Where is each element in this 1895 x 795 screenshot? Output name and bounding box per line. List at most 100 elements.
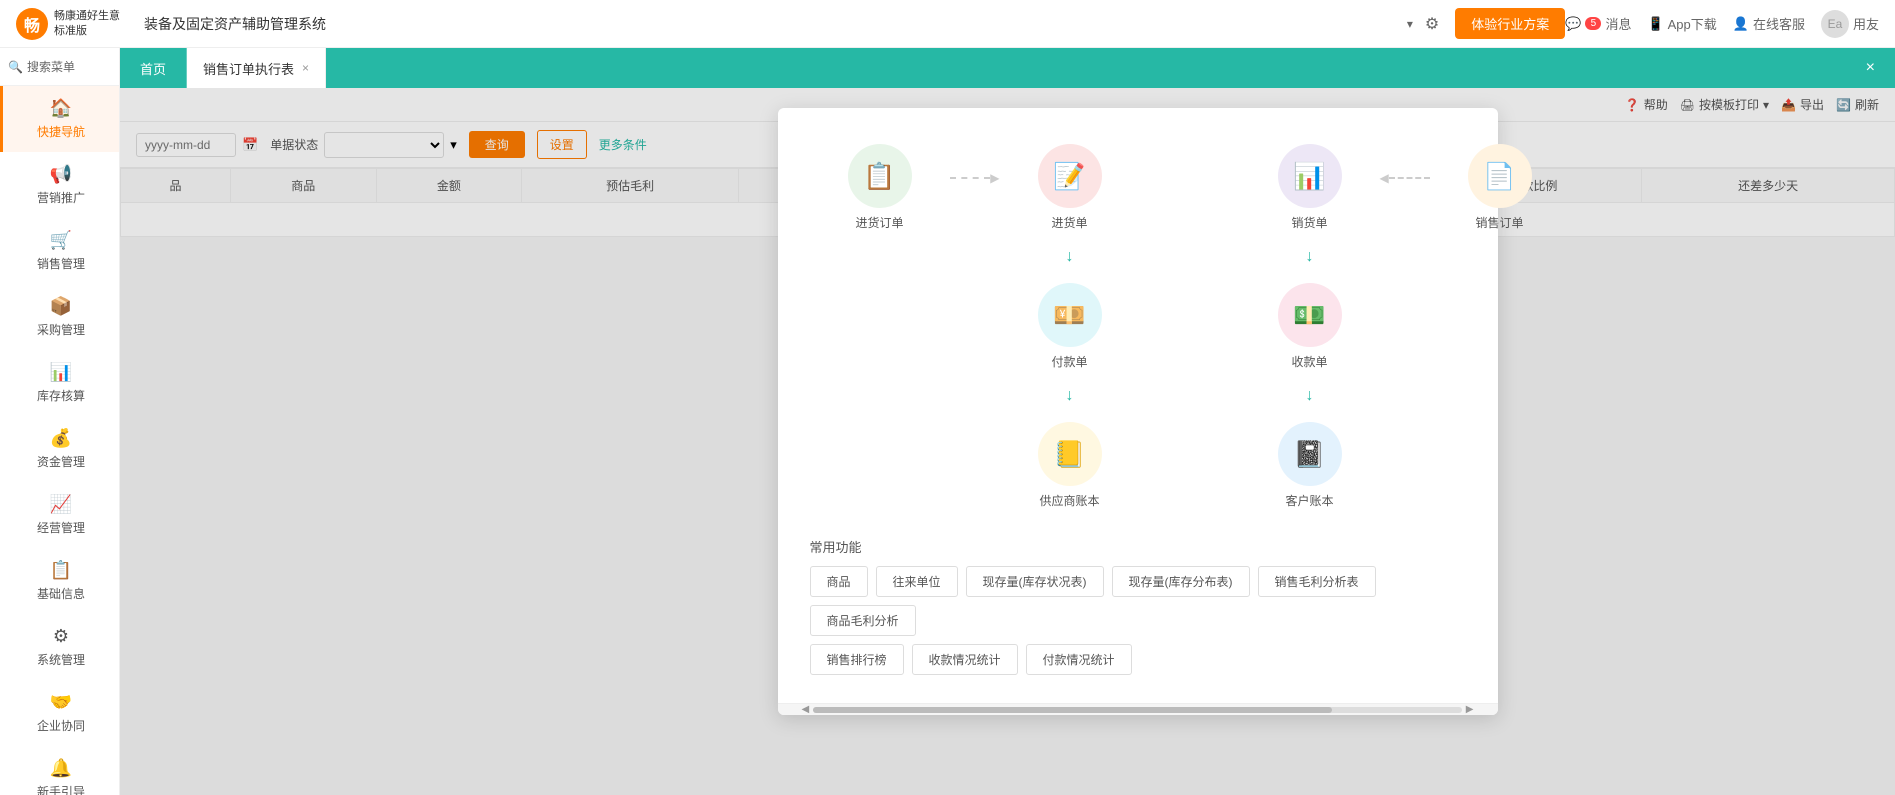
func-btn-payment-stats[interactable]: 付款情况统计	[1026, 644, 1132, 675]
func-btn-receipt-stats[interactable]: 收款情况统计	[912, 644, 1018, 675]
func-btn-sales-rank[interactable]: 销售排行榜	[810, 644, 904, 675]
func-btn-product-profit[interactable]: 商品毛利分析	[810, 605, 916, 636]
scrollbar-thumb	[813, 707, 1332, 713]
tab-home[interactable]: 首页	[120, 48, 187, 88]
settings-icon[interactable]: ⚙	[1425, 14, 1439, 34]
message-label: 消息	[1605, 14, 1631, 33]
payment-label: 付款单	[1051, 353, 1087, 370]
dropdown-icon[interactable]: ▾	[1407, 17, 1413, 31]
func-btn-product[interactable]: 商品	[810, 566, 868, 597]
sales-order-circle: 📄	[1468, 144, 1532, 208]
modal-scrollbar: ◀ ▶	[778, 703, 1498, 715]
flow-node-purchase-order[interactable]: 📋 进货订单	[840, 132, 920, 243]
purchase-icon: 📦	[50, 296, 72, 317]
sidebar: 🔍 搜索菜单 🏠 快捷导航 📢 营销推广 🛒 销售管理 📦 采购管理 📊 库存核…	[0, 48, 120, 795]
app-download-label: App下载	[1668, 14, 1717, 33]
app-download-button[interactable]: 📱 App下载	[1647, 14, 1716, 33]
flow-node-receipt[interactable]: 💵 收款单	[1270, 271, 1350, 382]
sidebar-item-label: 资金管理	[37, 453, 85, 470]
message-icon: 💬	[1565, 16, 1581, 32]
sidebar-item-system[interactable]: ⚙ 系统管理	[0, 614, 119, 680]
system-icon: ⚙	[53, 626, 69, 647]
customer-ledger-circle: 📓	[1278, 422, 1342, 486]
finance-icon: 💰	[50, 428, 72, 449]
message-badge: 5	[1585, 17, 1601, 30]
sidebar-item-inventory[interactable]: 📊 库存核算	[0, 350, 119, 416]
tab-close-icon[interactable]: ×	[302, 61, 309, 75]
experience-button[interactable]: 体验行业方案	[1455, 8, 1565, 39]
sidebar-item-operations[interactable]: 📈 经营管理	[0, 482, 119, 548]
modal-overlay: 📋 进货订单 ▶	[120, 88, 1895, 795]
phone-icon: 📱	[1647, 16, 1663, 32]
flow-node-sales-order[interactable]: 📄 销售订单	[1460, 132, 1540, 243]
tab-close-main[interactable]: ×	[1854, 59, 1887, 77]
sidebar-item-sales[interactable]: 🛒 销售管理	[0, 218, 119, 284]
purchase-order-label: 进货订单	[855, 214, 903, 231]
arrow-so-to-sb: ◀	[1380, 171, 1430, 205]
user-avatar: Ea	[1821, 10, 1849, 38]
flow-node-sales-bill[interactable]: 📊 销货单	[1270, 132, 1350, 243]
flow-node-supplier-ledger[interactable]: 📒 供应商账本	[1030, 410, 1110, 521]
flow-node-purchase-bill[interactable]: 📝 进货单	[1030, 132, 1110, 243]
marketing-icon: 📢	[50, 164, 72, 185]
sidebar-search[interactable]: 🔍 搜索菜单	[0, 48, 119, 86]
logo-icon: 畅	[16, 8, 48, 40]
service-icon: 👤	[1733, 16, 1749, 32]
sidebar-item-basic-info[interactable]: 📋 基础信息	[0, 548, 119, 614]
payment-circle: 💴	[1038, 283, 1102, 347]
top-header: 畅 畅康通好生意 标准版 装备及固定资产辅助管理系统 ▾ ⚙ 体验行业方案 💬 …	[0, 0, 1895, 48]
user-name-label: 用友	[1853, 14, 1879, 33]
func-btn-stock-status[interactable]: 现存量(库存状况表)	[966, 566, 1104, 597]
flow-node-customer-ledger[interactable]: 📓 客户账本	[1270, 410, 1350, 521]
purchase-bill-circle: 📝	[1038, 144, 1102, 208]
quick-nav-icon: 🏠	[50, 98, 72, 119]
customer-ledger-label: 客户账本	[1285, 492, 1333, 509]
receipt-circle: 💵	[1278, 283, 1342, 347]
flow-node-payment[interactable]: 💴 付款单	[1030, 271, 1110, 382]
guide-icon: 🔔	[50, 758, 72, 779]
receipt-label: 收款单	[1291, 353, 1327, 370]
sidebar-item-label: 经营管理	[37, 519, 85, 536]
basic-info-icon: 📋	[50, 560, 72, 581]
scrollbar-track[interactable]	[813, 707, 1462, 713]
sidebar-item-cooperation[interactable]: 🤝 企业协同	[0, 680, 119, 746]
sidebar-item-label: 企业协同	[37, 717, 85, 734]
page-content: ❓ 帮助 🖨 按模板打印 ▾ 📤 导出 🔄 刷新	[120, 88, 1895, 795]
search-icon: 🔍	[8, 60, 23, 74]
sidebar-item-label: 库存核算	[37, 387, 85, 404]
tab-label: 销售订单执行表	[203, 59, 294, 78]
tab-bar: 首页 销售订单执行表 × ×	[120, 48, 1895, 88]
arrow-po-to-pb: ▶	[950, 171, 1000, 205]
down-arrow-pay: ↓	[1066, 387, 1074, 405]
common-functions: 常用功能 商品 往来单位 现存量(库存状况表) 现存量(库存分布表) 销售毛利分…	[810, 537, 1466, 675]
content-area: 首页 销售订单执行表 × × ❓ 帮助 🖨 按模板打印 ▾	[120, 48, 1895, 795]
sidebar-item-purchase[interactable]: 📦 采购管理	[0, 284, 119, 350]
sidebar-item-quick-nav[interactable]: 🏠 快捷导航	[0, 86, 119, 152]
sidebar-item-label: 快捷导航	[37, 123, 85, 140]
operations-icon: 📈	[50, 494, 72, 515]
purchase-order-circle: 📋	[848, 144, 912, 208]
supplier-ledger-label: 供应商账本	[1039, 492, 1099, 509]
sales-bill-label: 销货单	[1291, 214, 1327, 231]
func-btn-sales-profit[interactable]: 销售毛利分析表	[1258, 566, 1376, 597]
sidebar-item-marketing[interactable]: 📢 营销推广	[0, 152, 119, 218]
scroll-left-btn[interactable]: ◀	[798, 704, 814, 715]
sidebar-item-guide[interactable]: 🔔 新手引导	[0, 746, 119, 795]
sales-order-label: 销售订单	[1475, 214, 1523, 231]
header-actions: 💬 5 消息 📱 App下载 👤 在线客服 Ea 用友	[1565, 10, 1879, 38]
online-service-button[interactable]: 👤 在线客服	[1733, 14, 1805, 33]
sidebar-item-label: 采购管理	[37, 321, 85, 338]
message-button[interactable]: 💬 5 消息	[1565, 14, 1631, 33]
user-menu-button[interactable]: Ea 用友	[1821, 10, 1879, 38]
common-functions-title: 常用功能	[810, 537, 1466, 556]
inventory-icon: 📊	[50, 362, 72, 383]
func-btn-contacts[interactable]: 往来单位	[876, 566, 958, 597]
logo-area: 畅 畅康通好生意 标准版	[16, 8, 136, 40]
online-service-label: 在线客服	[1753, 14, 1805, 33]
modal-body: 📋 进货订单 ▶	[778, 108, 1498, 703]
sidebar-item-finance[interactable]: 💰 资金管理	[0, 416, 119, 482]
modal-box: 📋 进货订单 ▶	[778, 108, 1498, 715]
tab-sales-order[interactable]: 销售订单执行表 ×	[187, 48, 326, 88]
scroll-right-btn[interactable]: ▶	[1462, 704, 1478, 715]
func-btn-stock-dist[interactable]: 现存量(库存分布表)	[1112, 566, 1250, 597]
